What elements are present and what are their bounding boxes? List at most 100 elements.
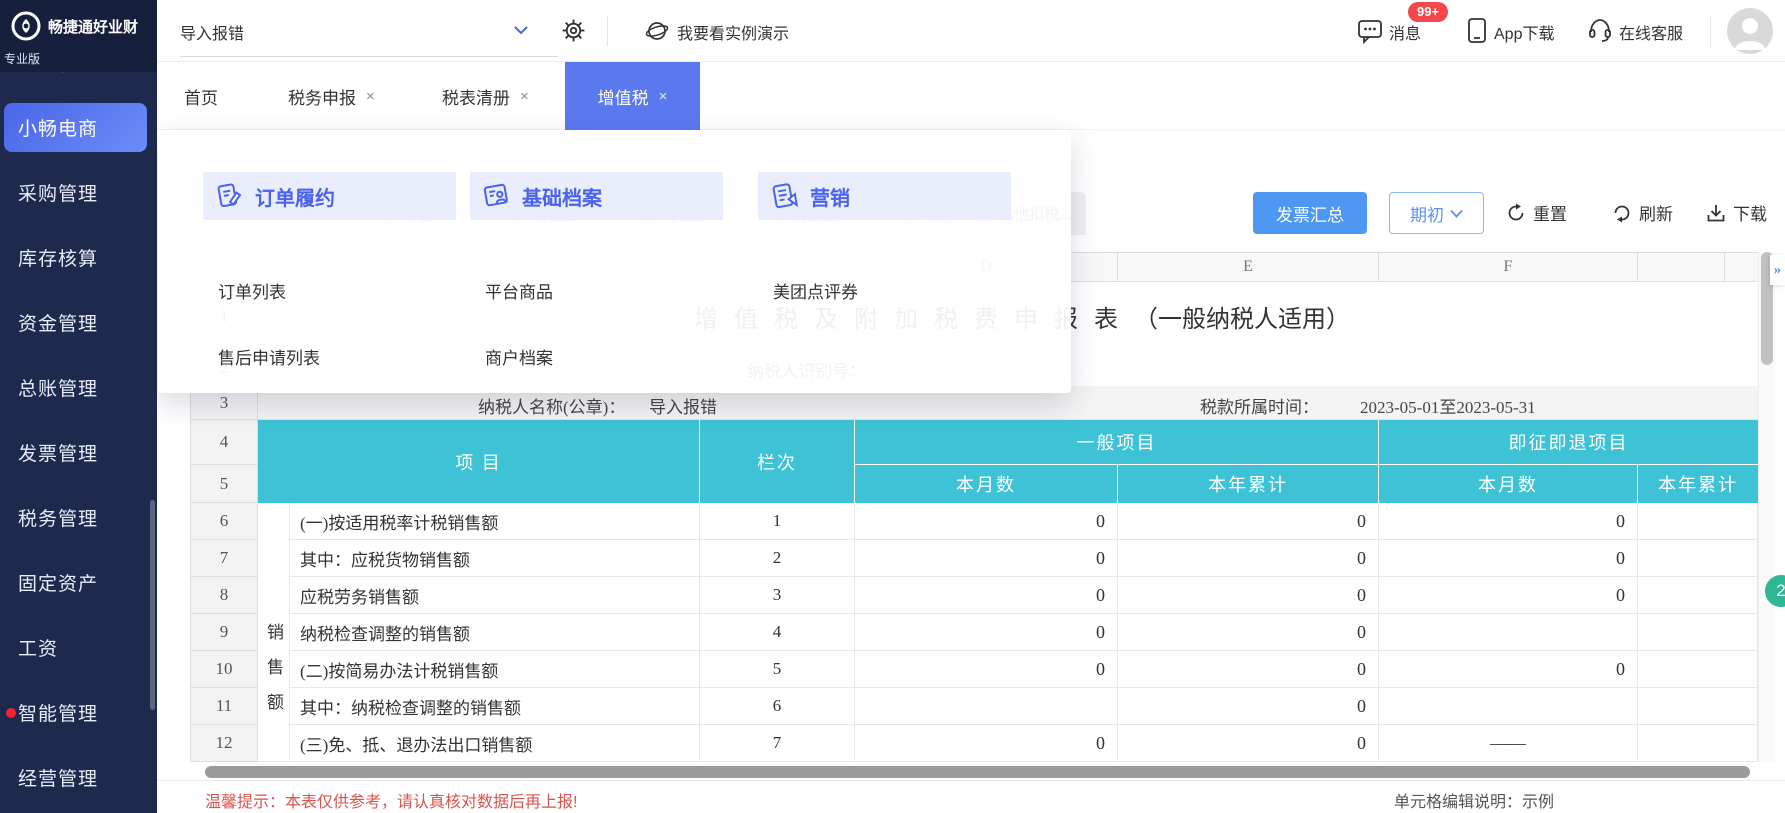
cell-g-row12[interactable] bbox=[1638, 725, 1758, 762]
cell-e-row7[interactable]: 0 bbox=[1118, 540, 1379, 577]
cell-project-row10[interactable]: (二)按简易办法计税销售额 bbox=[290, 651, 700, 688]
avatar[interactable] bbox=[1727, 8, 1773, 54]
headset-icon[interactable] bbox=[1587, 17, 1613, 43]
tab-税表清册[interactable]: 税表清册 × bbox=[442, 62, 529, 130]
demo-link[interactable]: 我要看实例演示 bbox=[677, 20, 789, 44]
cell-e-row12[interactable]: 0 bbox=[1118, 725, 1379, 762]
cell-e-row8[interactable]: 0 bbox=[1118, 577, 1379, 614]
sidebar-scrollbar[interactable] bbox=[150, 500, 155, 710]
cell-d-row9[interactable]: 0 bbox=[855, 614, 1118, 651]
cell-g-row10[interactable] bbox=[1638, 651, 1758, 688]
cell-col-row12[interactable]: 7 bbox=[700, 725, 855, 762]
sidebar-item-2[interactable]: 采购管理 bbox=[0, 160, 157, 225]
cell-col-row7[interactable]: 2 bbox=[700, 540, 855, 577]
cell-d-row11[interactable] bbox=[855, 688, 1118, 725]
cell-col-row10[interactable]: 5 bbox=[700, 651, 855, 688]
gear-icon[interactable] bbox=[561, 18, 586, 43]
vertical-scrollbar[interactable] bbox=[1758, 252, 1775, 762]
cell-num-row6: 6 bbox=[190, 503, 258, 540]
cell-f-row12[interactable]: —— bbox=[1379, 725, 1638, 762]
tab-增值税[interactable]: 增值税 × bbox=[565, 62, 700, 130]
cell-col-row6[interactable]: 1 bbox=[700, 503, 855, 540]
cell-f-row9[interactable] bbox=[1379, 614, 1638, 651]
sidebar-item-10[interactable]: 智能管理 bbox=[0, 680, 157, 745]
cell-d-row12[interactable]: 0 bbox=[855, 725, 1118, 762]
sidebar-item-7[interactable]: 税务管理 bbox=[0, 485, 157, 550]
tab-label: 增值税 bbox=[597, 88, 649, 108]
cell-d-row6[interactable]: 0 bbox=[855, 503, 1118, 540]
sidebar-item-11[interactable]: 经营管理 bbox=[0, 745, 157, 810]
sidebar-item-3[interactable]: 库存核算 bbox=[0, 225, 157, 290]
order-icon bbox=[215, 182, 243, 210]
cell-num-row7: 7 bbox=[190, 540, 258, 577]
taxpayer-name-value[interactable]: 导入报错 bbox=[649, 393, 717, 418]
cell-g-row11[interactable] bbox=[1638, 688, 1758, 725]
megamenu-item-商户档案[interactable]: 商户档案 bbox=[485, 344, 705, 374]
tab-首页[interactable]: 首页 bbox=[184, 62, 218, 130]
cell-g-row8[interactable] bbox=[1638, 577, 1758, 614]
cell-e-row6[interactable]: 0 bbox=[1118, 503, 1379, 540]
cell-f-row10[interactable]: 0 bbox=[1379, 651, 1638, 688]
cell-col-row8[interactable]: 3 bbox=[700, 577, 855, 614]
reset-button[interactable]: 重置 bbox=[1506, 200, 1567, 225]
cell-e-row9[interactable]: 0 bbox=[1118, 614, 1379, 651]
cell-d-row8[interactable]: 0 bbox=[855, 577, 1118, 614]
cell-col-row9[interactable]: 4 bbox=[700, 614, 855, 651]
cell-g-row6[interactable] bbox=[1638, 503, 1758, 540]
header-yeartotal-g-text: 本年累计 bbox=[1658, 475, 1738, 495]
cell-f-row11[interactable] bbox=[1379, 688, 1638, 725]
expand-columns-tab[interactable]: » bbox=[1770, 255, 1785, 285]
sheet-title-sub: （一般纳税人适用） bbox=[1134, 306, 1350, 333]
close-icon[interactable]: × bbox=[366, 88, 375, 105]
logo-block: 畅捷通好业财 专业版 bbox=[0, 0, 157, 72]
cell-project-row7[interactable]: 其中：应税货物销售额 bbox=[290, 540, 700, 577]
megamenu-item-售后申请列表[interactable]: 售后申请列表 bbox=[218, 344, 438, 374]
message-icon[interactable] bbox=[1357, 18, 1383, 44]
cell-project-row8[interactable]: 应税劳务销售额 bbox=[290, 577, 700, 614]
megamenu-item-平台商品[interactable]: 平台商品 bbox=[485, 278, 705, 308]
period-dropdown[interactable]: 期初 bbox=[1389, 192, 1484, 234]
chevron-down-icon[interactable] bbox=[513, 24, 529, 36]
phone-icon[interactable] bbox=[1465, 17, 1489, 44]
messages-label[interactable]: 消息 bbox=[1389, 20, 1421, 44]
invoice-summary-button[interactable]: 发票汇总 bbox=[1253, 192, 1367, 234]
cell-project-row6[interactable]: (一)按适用税率计税销售额 bbox=[290, 503, 700, 540]
sidebar-item-5[interactable]: 总账管理 bbox=[0, 355, 157, 420]
sidebar-item-9[interactable]: 工资 bbox=[0, 615, 157, 680]
cell-g-row7[interactable] bbox=[1638, 540, 1758, 577]
horizontal-scrollbar-thumb[interactable] bbox=[205, 766, 1750, 778]
close-icon[interactable]: × bbox=[520, 88, 529, 105]
cell-project-row12[interactable]: (三)免、抵、退办法出口销售额 bbox=[290, 725, 700, 762]
refresh-button[interactable]: 刷新 bbox=[1612, 200, 1673, 225]
megamenu-item-订单列表[interactable]: 订单列表 bbox=[218, 278, 438, 308]
download-icon bbox=[1707, 204, 1725, 221]
cell-g-row9[interactable] bbox=[1638, 614, 1758, 651]
app-download-label[interactable]: App下载 bbox=[1494, 20, 1554, 44]
support-label[interactable]: 在线客服 bbox=[1619, 20, 1683, 44]
megamenu-item-美团点评券[interactable]: 美团点评券 bbox=[773, 278, 993, 308]
close-icon[interactable]: × bbox=[659, 88, 668, 105]
topbar-divider-2 bbox=[1710, 16, 1711, 46]
cell-f-row6[interactable]: 0 bbox=[1379, 503, 1638, 540]
tab-label: 税表清册 bbox=[442, 88, 510, 108]
cell-d-row7[interactable]: 0 bbox=[855, 540, 1118, 577]
cell-f-row7[interactable]: 0 bbox=[1379, 540, 1638, 577]
cell-num-row9: 9 bbox=[190, 614, 258, 651]
cell-col-row11[interactable]: 6 bbox=[700, 688, 855, 725]
cell-project-row9[interactable]: 纳税检查调整的销售额 bbox=[290, 614, 700, 651]
sidebar-item-4[interactable]: 资金管理 bbox=[0, 290, 157, 355]
cell-e-row10[interactable]: 0 bbox=[1118, 651, 1379, 688]
cell-d-row10[interactable]: 0 bbox=[855, 651, 1118, 688]
tab-税务申报[interactable]: 税务申报 × bbox=[288, 62, 375, 130]
cell-num-row10: 10 bbox=[190, 651, 258, 688]
cell-e-row11[interactable]: 0 bbox=[1118, 688, 1379, 725]
sidebar-item-label: 库存核算 bbox=[18, 249, 99, 270]
workspace-selector[interactable]: 导入报错 bbox=[180, 20, 244, 44]
cell-project-row11[interactable]: 其中：纳税检查调整的销售额 bbox=[290, 688, 700, 725]
cell-f-row8[interactable]: 0 bbox=[1379, 577, 1638, 614]
sidebar-item-8[interactable]: 固定资产 bbox=[0, 550, 157, 615]
download-button[interactable]: 下载 bbox=[1706, 200, 1767, 225]
globe-icon[interactable] bbox=[645, 19, 669, 43]
sidebar-item-1[interactable]: 小畅电商 bbox=[0, 95, 157, 160]
sidebar-item-6[interactable]: 发票管理 bbox=[0, 420, 157, 485]
